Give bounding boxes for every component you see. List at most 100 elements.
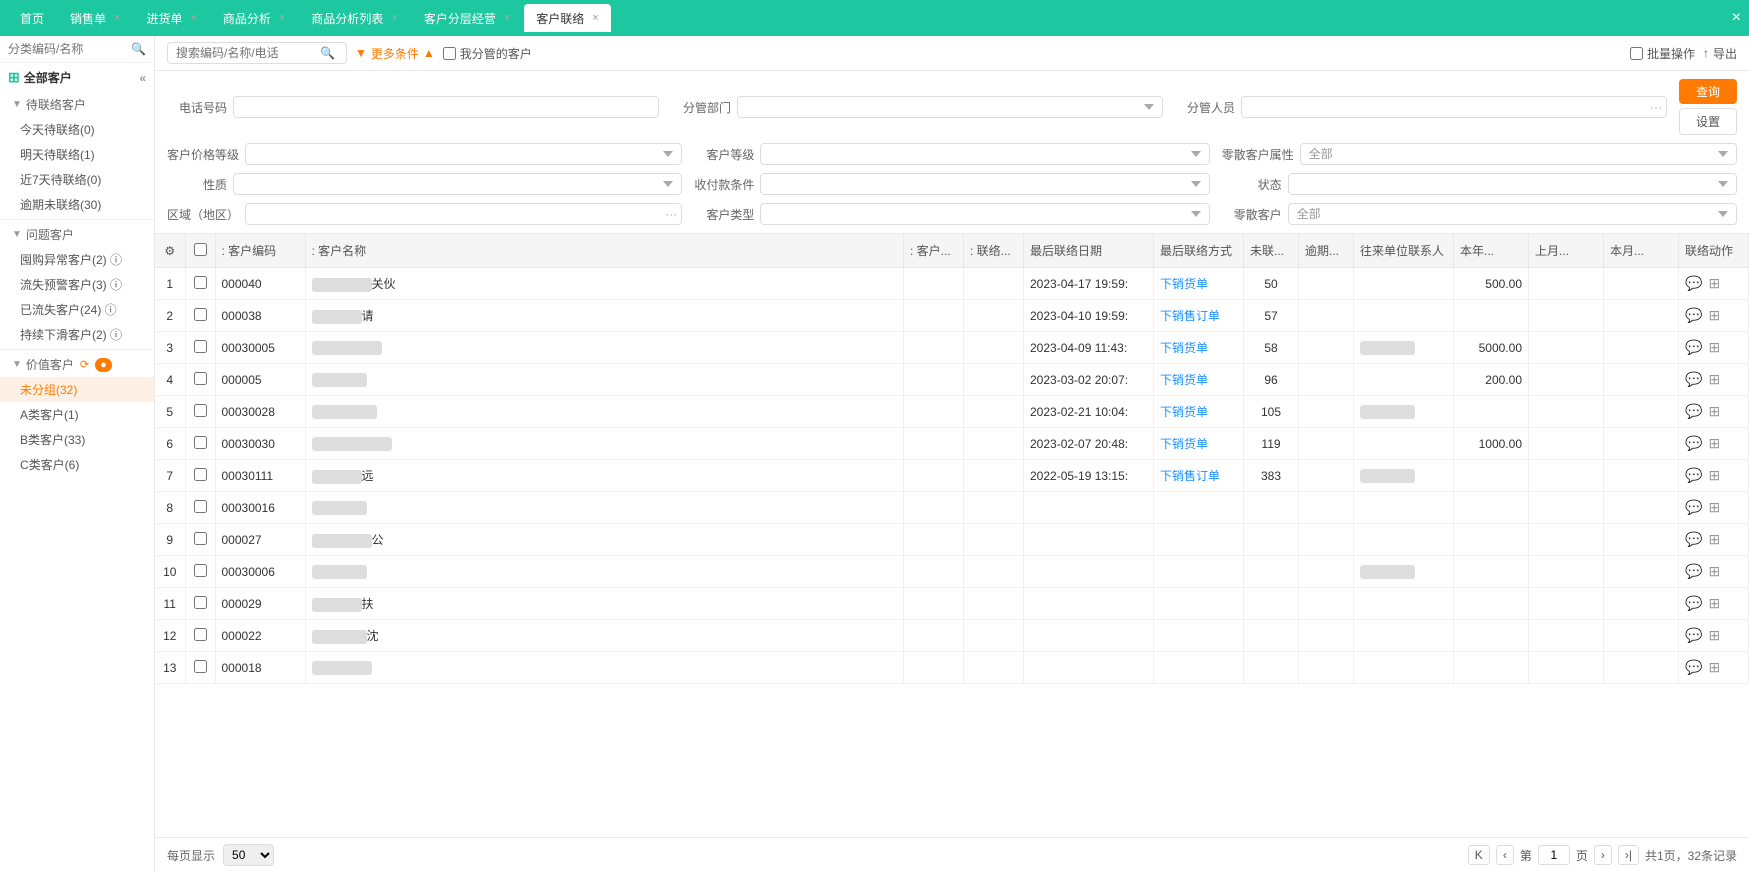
row-checkbox[interactable] [185, 268, 215, 300]
page-size-select[interactable]: 50 100 [223, 844, 274, 866]
row-checkbox[interactable] [185, 428, 215, 460]
more-action-icon[interactable]: ⊞ [1708, 627, 1720, 644]
row-last-way[interactable]: 下销货单 [1154, 268, 1244, 300]
row-checkbox[interactable] [185, 652, 215, 684]
more-action-icon[interactable]: ⊞ [1708, 275, 1720, 292]
nav-tab-customer-contact[interactable]: 客户联络 × [524, 4, 610, 32]
sidebar-item-tomorrow[interactable]: 明天待联络(1) [0, 142, 154, 167]
row-last-way[interactable]: 下销货单 [1154, 428, 1244, 460]
row-checkbox[interactable] [185, 620, 215, 652]
more-action-icon[interactable]: ⊞ [1708, 531, 1720, 548]
sidebar-item-lost[interactable]: 已流失客户(24) ⓘ [0, 297, 154, 322]
row-last-way[interactable] [1154, 652, 1244, 684]
sidebar-item-b-class[interactable]: B类客户(33) [0, 427, 154, 452]
row-actions[interactable]: 💬 ⊞ [1679, 620, 1749, 652]
sidebar-search-icon[interactable]: 🔍 [131, 42, 146, 56]
last-way-link[interactable]: 下销货单 [1160, 277, 1208, 291]
page-number-input[interactable] [1538, 845, 1570, 865]
sidebar-search-input[interactable] [8, 42, 127, 56]
more-conditions-button[interactable]: ▼ 更多条件 ▲ [355, 45, 435, 62]
sidebar-item-overdue[interactable]: 逾期未联络(30) [0, 192, 154, 217]
sidebar-item-a-class[interactable]: A类客户(1) [0, 402, 154, 427]
chat-icon[interactable]: 💬 [1685, 339, 1702, 356]
sidebar-item-churn-warning[interactable]: 流失预警客户(3) ⓘ [0, 272, 154, 297]
chat-icon[interactable]: 💬 [1685, 403, 1702, 420]
my-customers-checkbox-label[interactable]: 我分管的客户 [443, 45, 532, 62]
sidebar-item-c-class[interactable]: C类客户(6) [0, 452, 154, 477]
filter-retail-attr-select[interactable]: 全部 [1300, 143, 1737, 165]
row-checkbox[interactable] [185, 588, 215, 620]
search-icon[interactable]: 🔍 [320, 46, 335, 60]
chat-icon[interactable]: 💬 [1685, 467, 1702, 484]
sidebar-item-7days[interactable]: 近7天待联络(0) [0, 167, 154, 192]
filter-retail-customer-select[interactable]: 全部 [1288, 203, 1737, 225]
chat-icon[interactable]: 💬 [1685, 371, 1702, 388]
section-pending-contact[interactable]: ▼ 待联络客户 [0, 92, 154, 117]
close-sales-icon[interactable]: × [114, 12, 120, 24]
nav-tab-purchase[interactable]: 进货单 × [134, 4, 208, 32]
row-name[interactable]: 远 [305, 460, 904, 492]
close-purchase-icon[interactable]: × [190, 12, 196, 24]
row-last-way[interactable] [1154, 620, 1244, 652]
batch-operation-button[interactable]: 批量操作 [1630, 45, 1695, 62]
row-actions[interactable]: 💬 ⊞ [1679, 492, 1749, 524]
row-name[interactable]: 扶 [305, 588, 904, 620]
row-actions[interactable]: 💬 ⊞ [1679, 300, 1749, 332]
row-name[interactable] [305, 332, 904, 364]
row-checkbox[interactable] [185, 364, 215, 396]
close-customer-tier-icon[interactable]: × [504, 12, 510, 24]
select-all-checkbox[interactable] [194, 243, 207, 256]
row-last-way[interactable] [1154, 556, 1244, 588]
section-problem-customers[interactable]: ▼ 问题客户 [0, 222, 154, 247]
filter-customer-type-select[interactable] [760, 203, 1209, 225]
chat-icon[interactable]: 💬 [1685, 531, 1702, 548]
row-actions[interactable]: 💬 ⊞ [1679, 268, 1749, 300]
first-page-button[interactable]: K [1468, 845, 1490, 865]
row-checkbox[interactable] [185, 556, 215, 588]
last-way-link[interactable]: 下销货单 [1160, 405, 1208, 419]
refresh-value-icon[interactable]: ⟳ [80, 358, 89, 371]
filter-region-input[interactable]: ··· [245, 203, 682, 225]
row-last-way[interactable]: 下销售订单 [1154, 300, 1244, 332]
last-way-link[interactable]: 下销货单 [1160, 341, 1208, 355]
sidebar-item-ungroup[interactable]: 未分组(32) [0, 377, 154, 402]
filter-person-input[interactable]: ··· [1241, 96, 1667, 118]
close-all-button[interactable]: × [1732, 9, 1741, 27]
nav-tab-analysis[interactable]: 商品分析 × [211, 4, 297, 32]
filter-nature-select[interactable] [233, 173, 682, 195]
row-last-way[interactable]: 下销售订单 [1154, 460, 1244, 492]
reset-button[interactable]: 设置 [1679, 108, 1737, 135]
more-action-icon[interactable]: ⊞ [1708, 595, 1720, 612]
nav-tab-home[interactable]: 首页 [8, 4, 56, 32]
row-actions[interactable]: 💬 ⊞ [1679, 428, 1749, 460]
last-way-link[interactable]: 下销货单 [1160, 373, 1208, 387]
row-last-way[interactable]: 下销货单 [1154, 364, 1244, 396]
row-last-way[interactable]: 下销货单 [1154, 332, 1244, 364]
close-analysis-icon[interactable]: × [279, 12, 285, 24]
row-name[interactable] [305, 396, 904, 428]
chat-icon[interactable]: 💬 [1685, 659, 1702, 676]
sidebar-item-declining[interactable]: 持续下滑客户(2) ⓘ [0, 322, 154, 347]
last-way-link[interactable]: 下销售订单 [1160, 309, 1220, 323]
all-customers-header[interactable]: ⊞ 全部客户 « [0, 63, 154, 92]
more-action-icon[interactable]: ⊞ [1708, 435, 1720, 452]
row-name[interactable]: 公 [305, 524, 904, 556]
filter-phone-input[interactable] [233, 96, 659, 118]
filter-price-level-select[interactable] [245, 143, 682, 165]
row-name[interactable] [305, 652, 904, 684]
filter-status-select[interactable] [1288, 173, 1737, 195]
sidebar-item-abnormal[interactable]: 囤购异常客户(2) ⓘ [0, 247, 154, 272]
row-checkbox[interactable] [185, 396, 215, 428]
nav-tab-customer-tier[interactable]: 客户分层经营 × [412, 4, 522, 32]
sidebar-item-today[interactable]: 今天待联络(0) [0, 117, 154, 142]
more-action-icon[interactable]: ⊞ [1708, 499, 1720, 516]
row-last-way[interactable]: 下销货单 [1154, 396, 1244, 428]
last-way-link[interactable]: 下销售订单 [1160, 469, 1220, 483]
filter-person-dots[interactable]: ··· [1650, 100, 1662, 114]
row-checkbox[interactable] [185, 460, 215, 492]
row-actions[interactable]: 💬 ⊞ [1679, 652, 1749, 684]
row-checkbox[interactable] [185, 300, 215, 332]
row-name[interactable]: 请 [305, 300, 904, 332]
row-name[interactable] [305, 556, 904, 588]
row-name[interactable] [305, 364, 904, 396]
